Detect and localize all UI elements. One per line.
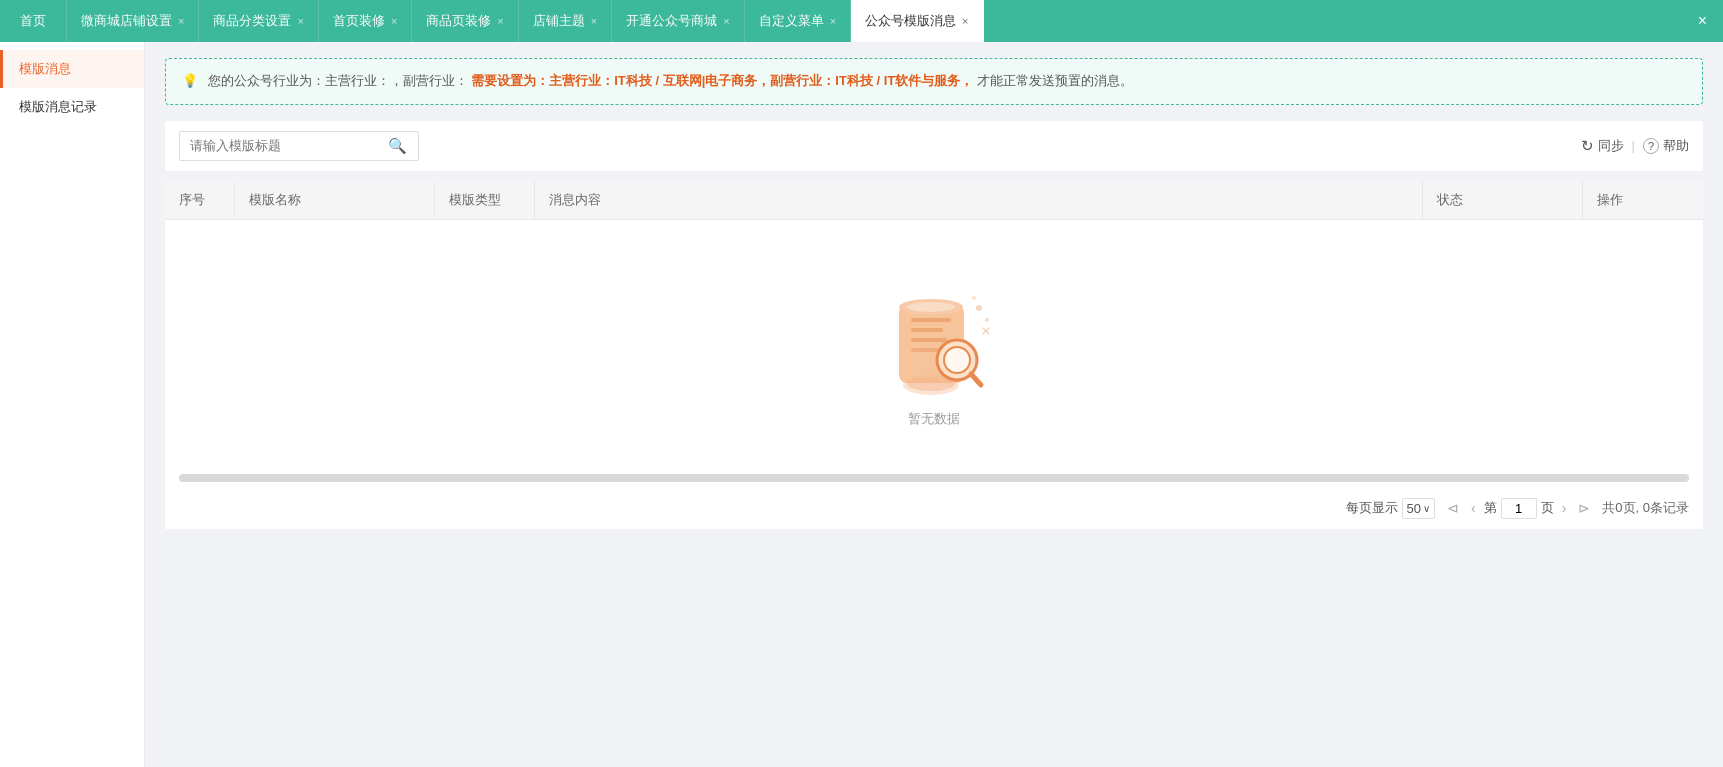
help-icon: ?	[1643, 138, 1659, 154]
empty-text: 暂无数据	[908, 410, 960, 428]
topbar: 首页 微商城店铺设置 × 商品分类设置 × 首页装修 × 商品页装修 × 店铺主…	[0, 0, 1723, 42]
close-all-button[interactable]: ×	[1682, 12, 1723, 30]
svg-point-14	[972, 296, 976, 300]
svg-point-8	[907, 302, 955, 312]
tab-custom-menu[interactable]: 自定义菜单 ×	[745, 0, 851, 42]
th-name: 模版名称	[235, 181, 435, 219]
search-bar: 🔍 ↻ 同步 | ? 帮助	[165, 121, 1703, 171]
toolbar-right: ↻ 同步 | ? 帮助	[1581, 137, 1689, 155]
tab-custom-menu-label: 自定义菜单	[759, 12, 824, 30]
svg-rect-6	[911, 348, 939, 352]
tab-category-settings[interactable]: 商品分类设置 ×	[199, 0, 318, 42]
sync-label: 同步	[1598, 137, 1624, 155]
main-layout: 模版消息 模版消息记录 💡 您的公众号行业为：主营行业：，副营行业： 需要设置为…	[0, 42, 1723, 767]
notice-highlight: 需要设置为：主营行业：IT科技 / 互联网|电子商务，副营行业：IT科技 / I…	[471, 73, 973, 88]
tab-open-wechat-mall-label: 开通公众号商城	[626, 12, 717, 30]
first-page-button[interactable]: ⊲	[1443, 498, 1463, 518]
th-serial: 序号	[165, 181, 235, 219]
svg-rect-5	[911, 338, 947, 342]
svg-line-11	[971, 374, 981, 385]
data-table: 序号 模版名称 模版类型 消息内容 状态 操作	[165, 181, 1703, 529]
sidebar: 模版消息 模版消息记录	[0, 42, 145, 767]
page-size-dropdown[interactable]: 50 ∨	[1402, 498, 1435, 519]
page-navigation: ⊲ ‹ 第 页 › ⊳	[1443, 498, 1594, 519]
tab-product-decor[interactable]: 商品页装修 ×	[412, 0, 518, 42]
svg-point-13	[985, 318, 989, 322]
tab-home-decor[interactable]: 首页装修 ×	[319, 0, 412, 42]
tab-open-wechat-mall[interactable]: 开通公众号商城 ×	[612, 0, 744, 42]
svg-rect-4	[911, 328, 943, 332]
page-total-text: 共0页, 0条记录	[1602, 499, 1689, 517]
close-icon[interactable]: ×	[391, 15, 397, 27]
empty-state: 暂无数据	[165, 220, 1703, 468]
close-icon[interactable]: ×	[297, 15, 303, 27]
tab-store-theme[interactable]: 店铺主题 ×	[519, 0, 612, 42]
notice-suffix: 才能正常发送预置的消息。	[977, 73, 1133, 88]
th-action: 操作	[1583, 181, 1703, 219]
svg-rect-3	[911, 318, 951, 322]
scrollbar-track[interactable]	[179, 474, 1689, 482]
tab-home[interactable]: 首页	[0, 0, 67, 42]
tab-template-message[interactable]: 公众号模版消息 ×	[851, 0, 983, 42]
tab-home-decor-label: 首页装修	[333, 12, 385, 30]
tab-store-settings-label: 微商城店铺设置	[81, 12, 172, 30]
svg-point-10	[944, 347, 970, 373]
page-label-post: 页	[1541, 499, 1554, 517]
dropdown-chevron-icon: ∨	[1423, 503, 1430, 514]
content-area: 💡 您的公众号行业为：主营行业：，副营行业： 需要设置为：主营行业：IT科技 /…	[145, 42, 1723, 767]
close-icon[interactable]: ×	[830, 15, 836, 27]
pagination: 每页显示 50 ∨ ⊲ ‹ 第 页 › ⊳ 共0页, 0条记录	[165, 488, 1703, 529]
table-header: 序号 模版名称 模版类型 消息内容 状态 操作	[165, 181, 1703, 220]
sync-icon: ↻	[1581, 137, 1594, 155]
close-icon[interactable]: ×	[178, 15, 184, 27]
th-content: 消息内容	[535, 181, 1423, 219]
close-all-icon: ×	[1698, 12, 1707, 29]
search-button[interactable]: 🔍	[380, 132, 415, 160]
tab-store-theme-label: 店铺主题	[533, 12, 585, 30]
sync-button[interactable]: ↻ 同步	[1581, 137, 1624, 155]
search-input-wrap: 🔍	[179, 131, 419, 161]
horizontal-scrollbar[interactable]	[165, 468, 1703, 488]
page-size-value: 50	[1407, 501, 1421, 516]
page-size-select: 每页显示 50 ∨	[1346, 498, 1435, 519]
search-icon: 🔍	[388, 137, 407, 154]
tab-product-decor-label: 商品页装修	[426, 12, 491, 30]
help-label: 帮助	[1663, 137, 1689, 155]
notice-box: 💡 您的公众号行业为：主营行业：，副营行业： 需要设置为：主营行业：IT科技 /…	[165, 58, 1703, 105]
th-status: 状态	[1423, 181, 1583, 219]
help-button[interactable]: ? 帮助	[1643, 137, 1689, 155]
sidebar-item-template-message-label: 模版消息	[19, 61, 71, 76]
notice-icon: 💡	[182, 73, 198, 88]
empty-illustration	[869, 280, 999, 410]
last-page-button[interactable]: ⊳	[1574, 498, 1594, 518]
toolbar-divider: |	[1632, 138, 1635, 153]
sidebar-item-template-message[interactable]: 模版消息	[0, 50, 144, 88]
notice-prefix: 您的公众号行业为：主营行业：，副营行业：	[208, 73, 468, 88]
th-type: 模版类型	[435, 181, 535, 219]
tab-category-label: 商品分类设置	[213, 12, 291, 30]
tab-store-settings[interactable]: 微商城店铺设置 ×	[67, 0, 199, 42]
close-icon[interactable]: ×	[962, 15, 968, 27]
prev-page-button[interactable]: ‹	[1467, 498, 1480, 518]
sidebar-item-template-record[interactable]: 模版消息记录	[0, 88, 144, 126]
tab-home-label: 首页	[20, 12, 46, 30]
next-page-button[interactable]: ›	[1558, 498, 1571, 518]
close-icon[interactable]: ×	[497, 15, 503, 27]
close-icon[interactable]: ×	[723, 15, 729, 27]
svg-point-12	[976, 305, 982, 311]
page-number-input[interactable]	[1501, 498, 1537, 519]
search-input[interactable]	[180, 133, 380, 158]
page-label-pre: 第	[1484, 499, 1497, 517]
page-size-label: 每页显示	[1346, 499, 1398, 517]
close-icon[interactable]: ×	[591, 15, 597, 27]
sidebar-item-template-record-label: 模版消息记录	[19, 99, 97, 114]
tab-template-message-label: 公众号模版消息	[865, 12, 956, 30]
